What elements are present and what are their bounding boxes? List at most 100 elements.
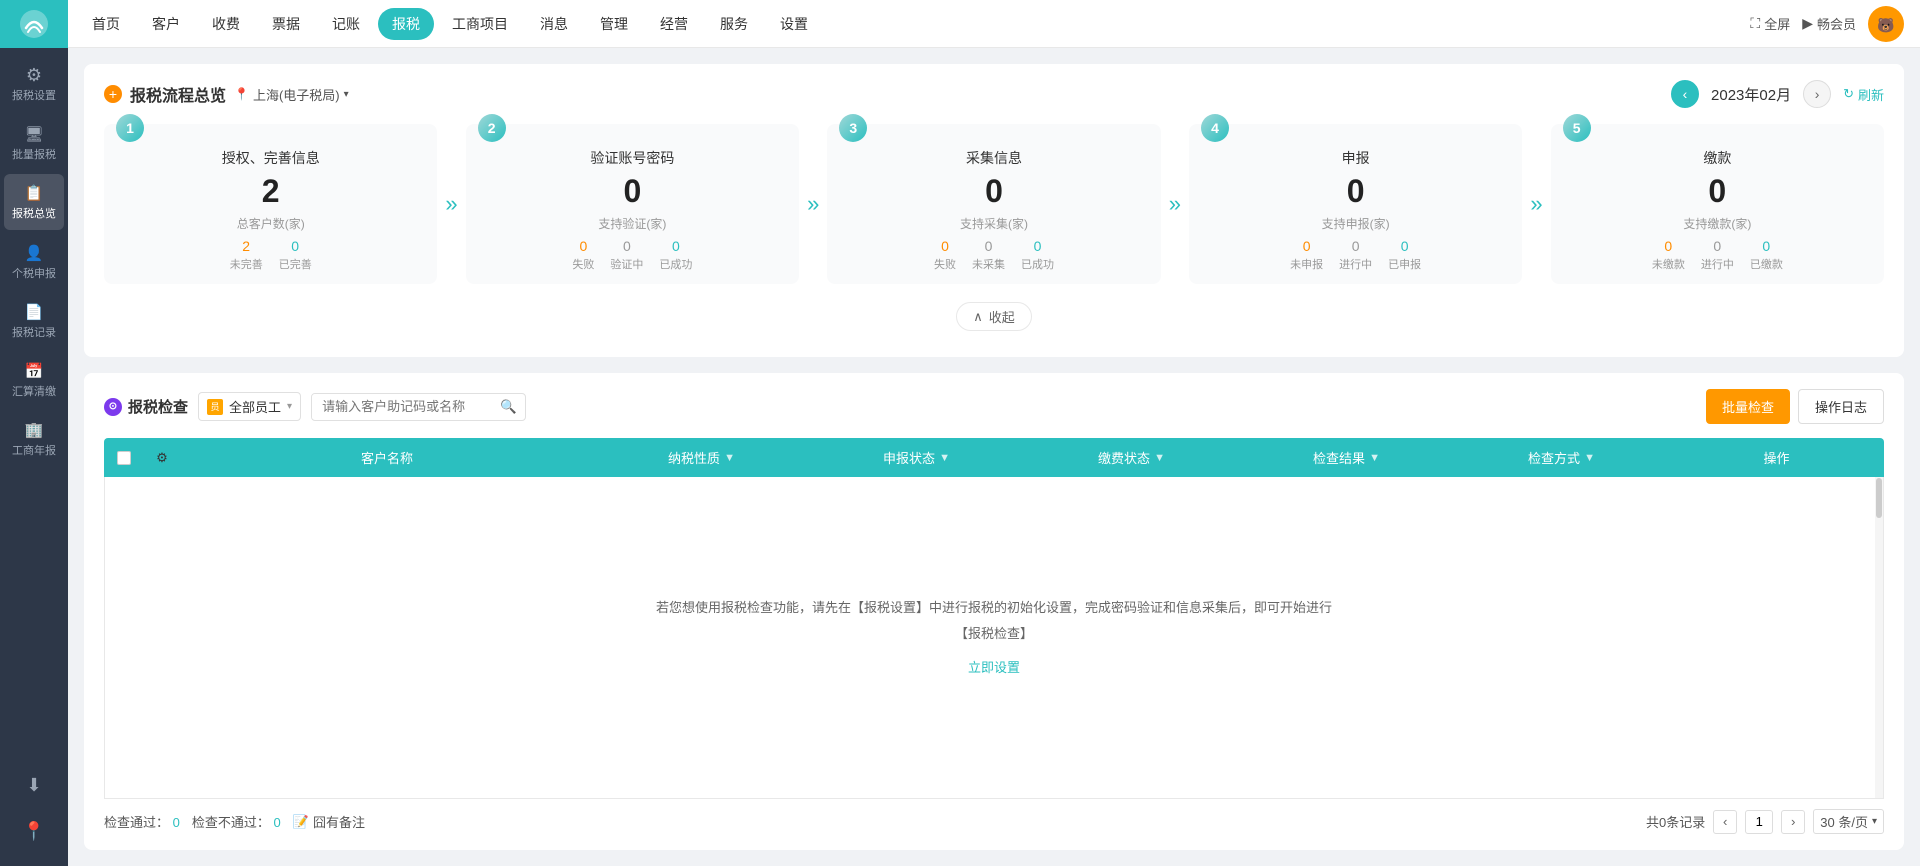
table-footer: 检查通过： 0 检查不通过： 0 📝 囧有备注 共0条记录 ‹ — [104, 799, 1884, 834]
th-payment-status[interactable]: 缴费状态 ▼ — [1024, 438, 1239, 477]
nav-customer[interactable]: 客户 — [138, 8, 194, 40]
th-tax-nature[interactable]: 纳税性质 ▼ — [594, 438, 809, 477]
chevron-down-icon: ▾ — [344, 89, 349, 100]
header-checkbox[interactable] — [117, 451, 131, 465]
fail-count-link[interactable]: 0 — [274, 815, 281, 830]
sidebar-item-tax-settings[interactable]: ⚙ 报税设置 — [4, 56, 64, 111]
sidebar-item-settlement[interactable]: 📅 汇算清缴 — [4, 352, 64, 407]
nav-fees[interactable]: 收费 — [198, 8, 254, 40]
logo[interactable] — [0, 0, 68, 48]
step-1-title: 授权、完善信息 — [222, 148, 320, 168]
pass-count-link[interactable]: 0 — [173, 815, 180, 830]
sidebar-download-btn[interactable]: ⬇ — [4, 766, 64, 804]
process-overview-card: + 报税流程总览 📍 上海(电子税局) ▾ ‹ 2023年02月 › ↻ 刷新 — [84, 64, 1904, 357]
step-1-subtitle: 总客户数(家) — [237, 215, 305, 232]
settlement-icon: 📅 — [23, 360, 45, 382]
th-settings[interactable]: ⚙ — [144, 440, 180, 476]
steps-row: 1 授权、完善信息 2 总客户数(家) 2 未完善 0 已完善 — [104, 124, 1884, 284]
nav-settings[interactable]: 设置 — [766, 8, 822, 40]
stat-declaring: 0 进行中 — [1339, 238, 1372, 272]
op-log-button[interactable]: 操作日志 — [1798, 389, 1884, 424]
note-icon: 📝 — [293, 814, 309, 830]
check-fail-stat: 检查不通过： 0 — [192, 812, 281, 831]
nav-messages[interactable]: 消息 — [526, 8, 582, 40]
th-operation: 操作 — [1669, 438, 1884, 477]
batch-check-button[interactable]: 批量检查 — [1706, 389, 1790, 424]
nav-bookkeeping[interactable]: 记账 — [318, 8, 374, 40]
nav-tax[interactable]: 报税 — [378, 8, 434, 40]
th-checkbox[interactable] — [104, 441, 144, 475]
next-page-btn[interactable]: › — [1781, 810, 1805, 834]
employee-icon: 员 — [207, 399, 223, 415]
collapse-btn[interactable]: ∧ 收起 — [956, 302, 1032, 331]
step-5-subtitle: 支持缴款(家) — [1683, 215, 1751, 232]
step-4-stats: 0 未申报 0 进行中 0 已申报 — [1290, 238, 1421, 272]
search-input[interactable] — [312, 394, 492, 419]
content-area: + 报税流程总览 📍 上海(电子税局) ▾ ‹ 2023年02月 › ↻ 刷新 — [68, 48, 1920, 866]
vip-btn[interactable]: ▶ 畅会员 — [1802, 14, 1856, 33]
location-badge[interactable]: 📍 上海(电子税局) ▾ — [234, 85, 349, 104]
prev-month-btn[interactable]: ‹ — [1671, 80, 1699, 108]
th-declare-status[interactable]: 申报状态 ▼ — [809, 438, 1024, 477]
table-body: 若您想使用报税检查功能，请先在【报税设置】中进行报税的初始化设置，完成密码验证和… — [104, 477, 1884, 799]
stat-verifying: 0 验证中 — [610, 238, 643, 272]
step-declare[interactable]: 4 申报 0 支持申报(家) 0 未申报 0 进行中 — [1189, 124, 1522, 284]
annual-report-icon: 🏢 — [23, 419, 45, 441]
setup-link[interactable]: 立即设置 — [968, 660, 1020, 675]
refresh-btn[interactable]: ↻ 刷新 — [1843, 85, 1884, 104]
step-verify[interactable]: 2 验证账号密码 0 支持验证(家) 0 失败 0 验证中 — [466, 124, 799, 284]
sidebar-item-tax-records[interactable]: 📄 报税记录 — [4, 293, 64, 348]
card-header-right: ‹ 2023年02月 › ↻ 刷新 — [1671, 80, 1884, 108]
sidebar-item-annual-report[interactable]: 🏢 工商年报 — [4, 411, 64, 466]
nav-operation[interactable]: 经营 — [646, 8, 702, 40]
step-4-subtitle: 支持申报(家) — [1322, 215, 1390, 232]
nav-manage[interactable]: 管理 — [586, 8, 642, 40]
stat-incomplete: 2 未完善 — [230, 238, 263, 272]
th-check-result[interactable]: 检查结果 ▼ — [1239, 438, 1454, 477]
settings-icon: ⚙ — [156, 450, 168, 466]
avatar[interactable]: 🐻 — [1868, 6, 1904, 42]
sidebar-item-batch-tax[interactable]: 🖥 批量报税 — [4, 115, 64, 170]
svg-text:🐻: 🐻 — [1877, 16, 1895, 34]
empty-message: 若您想使用报税检查功能，请先在【报税设置】中进行报税的初始化设置，完成密码验证和… — [644, 595, 1344, 681]
tax-check-section: ⊙ 报税检查 员 全部员工 ▾ 🔍 批量检查 操作日志 — [84, 373, 1904, 850]
check-pass-stat: 检查通过： 0 — [104, 812, 180, 831]
sidebar-item-tax-overview[interactable]: 📋 报税总览 — [4, 174, 64, 229]
per-page-select[interactable]: 30 条/页 ▾ — [1813, 809, 1884, 834]
step-pay[interactable]: 5 缴款 0 支持缴款(家) 0 未缴款 0 进行中 — [1551, 124, 1884, 284]
page-number-input[interactable] — [1745, 810, 1773, 834]
step-collect[interactable]: 3 采集信息 0 支持采集(家) 0 失败 0 未采集 — [827, 124, 1160, 284]
th-check-method[interactable]: 检查方式 ▼ — [1454, 438, 1669, 477]
nav-business[interactable]: 工商项目 — [438, 8, 522, 40]
prev-page-btn[interactable]: ‹ — [1713, 810, 1737, 834]
stat-paid: 0 已缴款 — [1750, 238, 1783, 272]
check-header: ⊙ 报税检查 员 全部员工 ▾ 🔍 批量检查 操作日志 — [104, 389, 1884, 424]
collapse-bar: ∧ 收起 — [104, 296, 1884, 337]
step-3-subtitle: 支持采集(家) — [960, 215, 1028, 232]
nav-service[interactable]: 服务 — [706, 8, 762, 40]
nav-invoice[interactable]: 票据 — [258, 8, 314, 40]
fullscreen-btn[interactable]: ⛶ 全屏 — [1750, 14, 1790, 33]
scrollbar-thumb[interactable] — [1876, 478, 1882, 518]
step-4-title: 申报 — [1342, 148, 1370, 168]
nav-home[interactable]: 首页 — [78, 8, 134, 40]
footer-note: 📝 囧有备注 — [293, 812, 365, 831]
step-2-stats: 0 失败 0 验证中 0 已成功 — [572, 238, 692, 272]
stat-not-collected: 0 未采集 — [972, 238, 1005, 272]
next-month-btn[interactable]: › — [1803, 80, 1831, 108]
search-icon: 🔍 — [500, 399, 517, 414]
sidebar-location-btn[interactable]: 📍 — [4, 812, 64, 850]
sidebar-item-personal-tax[interactable]: 👤 个税申报 — [4, 234, 64, 289]
employee-select[interactable]: 员 全部员工 ▾ — [198, 392, 301, 421]
nav-right: ⛶ 全屏 ▶ 畅会员 🐻 — [1750, 6, 1920, 42]
stat-collected: 0 已成功 — [1021, 238, 1054, 272]
personal-tax-icon: 👤 — [23, 242, 45, 264]
search-button[interactable]: 🔍 — [492, 394, 525, 420]
stat-declared: 0 已申报 — [1388, 238, 1421, 272]
stat-paying: 0 进行中 — [1701, 238, 1734, 272]
step-3-title: 采集信息 — [966, 148, 1022, 168]
scrollbar[interactable] — [1875, 477, 1883, 798]
step-authorize[interactable]: 1 授权、完善信息 2 总客户数(家) 2 未完善 0 已完善 — [104, 124, 437, 284]
step-4-num: 4 — [1201, 114, 1229, 142]
filter-icon-2: ▼ — [939, 452, 950, 464]
